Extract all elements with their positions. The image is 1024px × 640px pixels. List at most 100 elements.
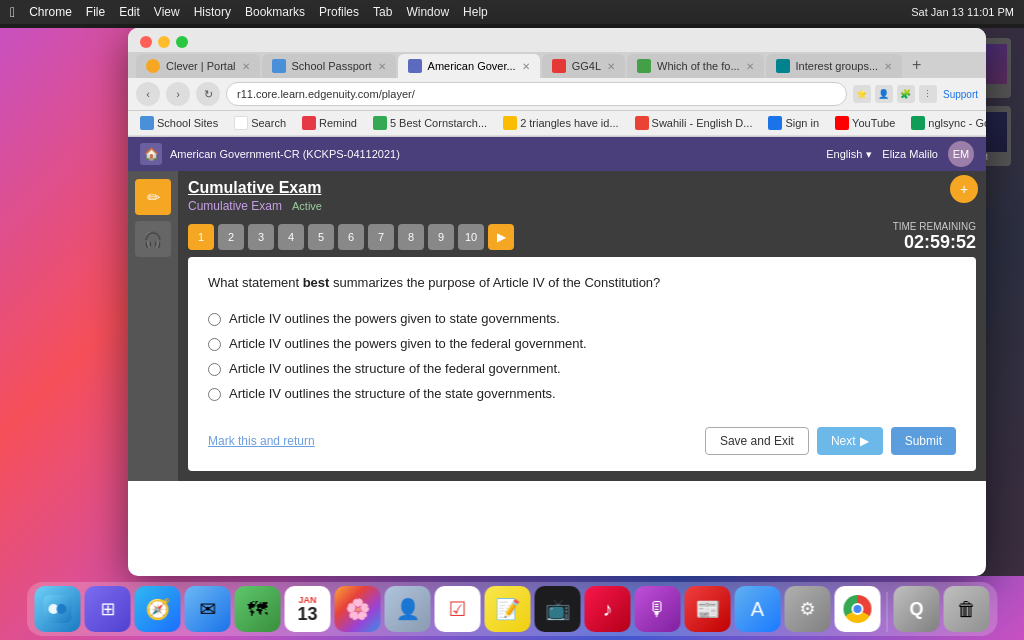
dock-launchpad-icon[interactable]: ⊞ [85, 586, 131, 632]
bookmark-5best[interactable]: 5 Best Cornstarch... [369, 114, 491, 132]
mark-and-return-link[interactable]: Mark this and return [208, 434, 315, 448]
bookmark-swahili[interactable]: Swahili - English D... [631, 114, 757, 132]
browser-tab-interest[interactable]: Interest groups... ✕ [766, 54, 903, 78]
course-header: 🏠 American Government-CR (KCKPS-04112021… [128, 137, 986, 171]
profile-icon[interactable]: 👤 [875, 85, 893, 103]
menu-tab[interactable]: Tab [373, 5, 392, 19]
question-6-button[interactable]: 6 [338, 224, 364, 250]
next-arrow-icon: ▶ [860, 434, 869, 448]
dock-notes-icon[interactable]: 📝 [485, 586, 531, 632]
dock-calendar-icon[interactable]: JAN 13 [285, 586, 331, 632]
menu-view[interactable]: View [154, 5, 180, 19]
dock-podcasts-icon[interactable]: 🎙 [635, 586, 681, 632]
question-5-button[interactable]: 5 [308, 224, 334, 250]
menu-edit[interactable]: Edit [119, 5, 140, 19]
tab-passport-close-icon[interactable]: ✕ [378, 61, 386, 72]
bookmark-2tri[interactable]: 2 triangles have id... [499, 114, 622, 132]
new-tab-button[interactable]: + [904, 52, 929, 78]
answer-radio-1[interactable] [208, 313, 221, 326]
bookmark-signin[interactable]: Sign in [764, 114, 823, 132]
dock-finder-icon[interactable] [35, 586, 81, 632]
bottom-action-buttons: Save and Exit Next ▶ Submit [705, 427, 956, 455]
chevron-down-icon: ▾ [866, 148, 872, 161]
bookmark-youtube[interactable]: YouTube [831, 114, 899, 132]
dock-settings-icon[interactable]: ⚙ [785, 586, 831, 632]
dock-trash-icon[interactable]: 🗑 [944, 586, 990, 632]
signin-favicon-icon [768, 116, 782, 130]
more-options-icon[interactable]: ⋮ [919, 85, 937, 103]
dock-music-icon[interactable]: ♪ [585, 586, 631, 632]
browser-tab-which[interactable]: Which of the fo... ✕ [627, 54, 764, 78]
question-7-button[interactable]: 7 [368, 224, 394, 250]
audio-button[interactable]: 🎧 [135, 221, 171, 257]
answer-radio-3[interactable] [208, 363, 221, 376]
tab-gg4l-close-icon[interactable]: ✕ [607, 61, 615, 72]
answer-radio-4[interactable] [208, 388, 221, 401]
extension-icon[interactable]: 🧩 [897, 85, 915, 103]
back-button[interactable]: ‹ [136, 82, 160, 106]
minimize-window-button[interactable] [158, 36, 170, 48]
menu-chrome[interactable]: Chrome [29, 5, 72, 19]
bookmark-search[interactable]: Search [230, 114, 290, 132]
add-note-button[interactable]: + [950, 175, 978, 203]
question-4-button[interactable]: 4 [278, 224, 304, 250]
dock-maps-icon[interactable]: 🗺 [235, 586, 281, 632]
dock-tv-icon[interactable]: 📺 [535, 586, 581, 632]
bookmark-remind[interactable]: Remind [298, 114, 361, 132]
browser-tab-clever[interactable]: Clever | Portal ✕ [136, 54, 260, 78]
question-2-button[interactable]: 2 [218, 224, 244, 250]
submit-button[interactable]: Submit [891, 427, 956, 455]
tab-amgov-close-icon[interactable]: ✕ [522, 61, 530, 72]
support-button[interactable]: Support [943, 89, 978, 100]
fullscreen-window-button[interactable] [176, 36, 188, 48]
bookmark-school-sites[interactable]: School Sites [136, 114, 222, 132]
browser-window: Clever | Portal ✕ School Passport ✕ Amer… [128, 28, 986, 576]
bookmark-icon[interactable]: ⭐ [853, 85, 871, 103]
apple-logo-icon[interactable]:  [10, 4, 15, 20]
question-8-button[interactable]: 8 [398, 224, 424, 250]
browser-tab-gg4l[interactable]: GG4L ✕ [542, 54, 625, 78]
save-and-exit-button[interactable]: Save and Exit [705, 427, 809, 455]
close-window-button[interactable] [140, 36, 152, 48]
dock-contacts-icon[interactable]: 👤 [385, 586, 431, 632]
language-selector[interactable]: English ▾ [826, 148, 872, 161]
url-bar[interactable]: r11.core.learn.edgenuity.com/player/ [226, 82, 847, 106]
answer-radio-2[interactable] [208, 338, 221, 351]
menu-window[interactable]: Window [406, 5, 449, 19]
question-1-button[interactable]: 1 [188, 224, 214, 250]
forward-button[interactable]: › [166, 82, 190, 106]
menu-profiles[interactable]: Profiles [319, 5, 359, 19]
menu-history[interactable]: History [194, 5, 231, 19]
answer-option-2[interactable]: Article IV outlines the powers given to … [208, 336, 956, 351]
dock-news-icon[interactable]: 📰 [685, 586, 731, 632]
menu-bookmarks[interactable]: Bookmarks [245, 5, 305, 19]
dock-reminders-icon[interactable]: ☑ [435, 586, 481, 632]
answer-option-3[interactable]: Article IV outlines the structure of the… [208, 361, 956, 376]
bookmark-nglsync[interactable]: nglsync - Google... [907, 114, 986, 132]
dock-safari-icon[interactable]: 🧭 [135, 586, 181, 632]
menu-file[interactable]: File [86, 5, 105, 19]
question-9-button[interactable]: 9 [428, 224, 454, 250]
dock-chrome-icon[interactable] [835, 586, 881, 632]
next-button[interactable]: Next ▶ [817, 427, 883, 455]
browser-tab-passport[interactable]: School Passport ✕ [262, 54, 396, 78]
dock-quicktime-icon[interactable]: Q [894, 586, 940, 632]
dock-photos-icon[interactable]: 🌸 [335, 586, 381, 632]
tab-interest-close-icon[interactable]: ✕ [884, 61, 892, 72]
menu-help[interactable]: Help [463, 5, 488, 19]
tab-which-close-icon[interactable]: ✕ [746, 61, 754, 72]
dock-mail-icon[interactable]: ✉ [185, 586, 231, 632]
tab-clever-close-icon[interactable]: ✕ [242, 61, 250, 72]
pencil-tool-button[interactable]: ✏ [135, 179, 171, 215]
edgenuity-content: 🏠 American Government-CR (KCKPS-04112021… [128, 137, 986, 576]
play-button[interactable]: ▶ [488, 224, 514, 250]
answer-option-1[interactable]: Article IV outlines the powers given to … [208, 311, 956, 326]
question-3-button[interactable]: 3 [248, 224, 274, 250]
question-10-button[interactable]: 10 [458, 224, 484, 250]
reload-button[interactable]: ↻ [196, 82, 220, 106]
answer-option-4[interactable]: Article IV outlines the structure of the… [208, 386, 956, 401]
dock-appstore-icon[interactable]: A [735, 586, 781, 632]
home-button[interactable]: 🏠 [140, 143, 162, 165]
browser-tab-amgov[interactable]: American Gover... ✕ [398, 54, 540, 78]
avatar: EM [948, 141, 974, 167]
